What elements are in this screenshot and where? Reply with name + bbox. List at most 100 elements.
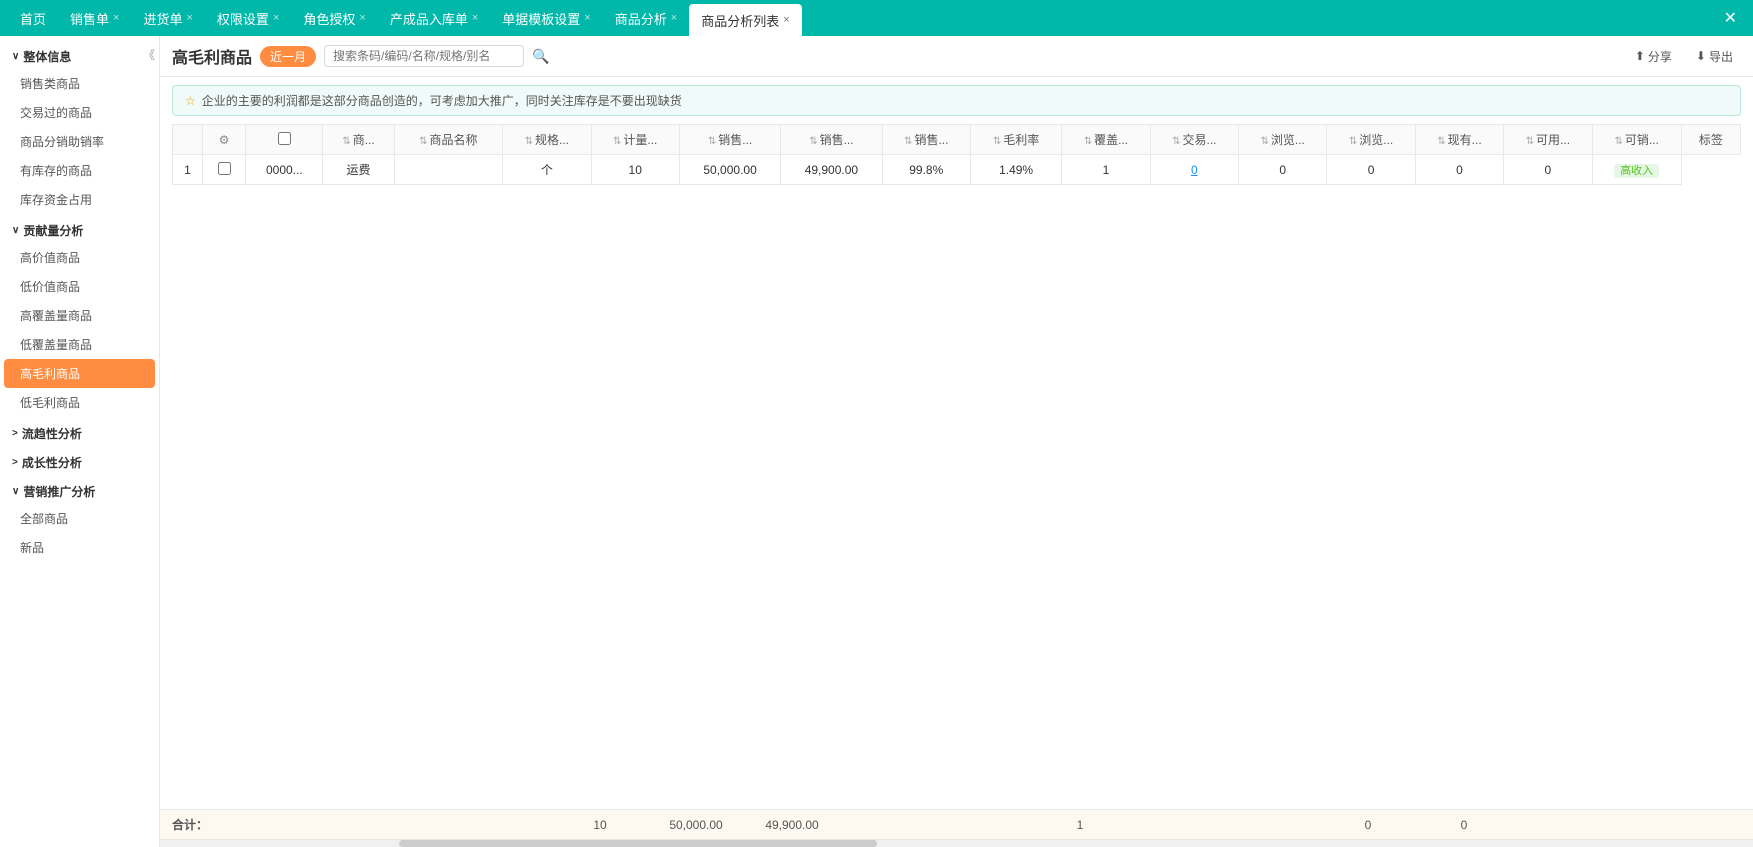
view-link[interactable]: 0 (1191, 163, 1198, 177)
sidebar-item-新品[interactable]: 新品 (0, 533, 159, 562)
nav-close-icon[interactable]: × (671, 12, 677, 24)
sidebar-section-label: 成长性分析 (22, 454, 82, 471)
sidebar-section-arrow: ∨ (12, 225, 19, 236)
sidebar-section-营销推广分析[interactable]: ∨营销推广分析 (0, 475, 159, 504)
cell-available: 0 (1415, 155, 1503, 185)
footer-sale-amt: 50,000.00 (656, 818, 736, 832)
nav-close-icon[interactable]: × (113, 12, 119, 24)
sidebar-section-流趋性分析[interactable]: > 流趋性分析 (0, 417, 159, 446)
nav-item-销售单[interactable]: 销售单 × (58, 0, 131, 36)
col-header-coverage[interactable]: ⇅覆盖... (1062, 125, 1150, 155)
col-header-view1[interactable]: ⇅浏览... (1239, 125, 1327, 155)
page-title: 高毛利商品 (172, 44, 252, 68)
sidebar-section-贡献量分析[interactable]: ∨ 贡献量分析 (0, 214, 159, 243)
col-header-view2[interactable]: ⇅浏览... (1327, 125, 1415, 155)
col-header-current[interactable]: ⇅现有... (1415, 125, 1503, 155)
content-header: 高毛利商品 近一月 🔍 ⬆ 分享 ⬇ 导出 (160, 36, 1753, 77)
col-header-saleProfit[interactable]: ⇅销售... (882, 125, 970, 155)
sidebar: 《 ∨整体信息销售类商品交易过的商品商品分销助销率有库存的商品库存资金占用 ∨ 贡献… (0, 36, 160, 847)
col-header-spec[interactable]: ⇅规格... (503, 125, 591, 155)
sidebar-item-低价值商品[interactable]: 低价值商品 (0, 272, 159, 301)
cell-grossRate: 99.8% (882, 155, 970, 185)
sidebar-section-label: 贡献量分析 (23, 222, 83, 239)
export-button[interactable]: ⬇ 导出 (1688, 45, 1741, 68)
col-header-saleAmt[interactable]: ⇅销售... (781, 125, 882, 155)
col-header-code[interactable]: ⇅商... (323, 125, 394, 155)
nav-item-进货单[interactable]: 进货单 × (131, 0, 204, 36)
share-button[interactable]: ⬆ 分享 (1627, 45, 1680, 68)
nav-item-商品分析[interactable]: 商品分析 × (603, 0, 689, 36)
col-header-grossRate[interactable]: ⇅毛利率 (970, 125, 1061, 155)
cell-view1: 0 (1150, 155, 1238, 185)
nav-close-icon[interactable]: × (359, 12, 365, 24)
sidebar-item-销售类商品[interactable]: 销售类商品 (0, 69, 159, 98)
cell-code: 0000... (246, 155, 323, 185)
col-header-trade[interactable]: ⇅交易... (1150, 125, 1238, 155)
col-header-saleable[interactable]: ⇅可销... (1592, 125, 1681, 155)
sidebar-section-成长性分析[interactable]: > 成长性分析 (0, 446, 159, 475)
sidebar-item-低毛利商品[interactable]: 低毛利商品 (0, 388, 159, 417)
main-layout: 《 ∨整体信息销售类商品交易过的商品商品分销助销率有库存的商品库存资金占用 ∨ 贡献… (0, 36, 1753, 847)
nav-close-icon[interactable]: × (472, 12, 478, 24)
sidebar-item-有库存的商品[interactable]: 有库存的商品 (0, 156, 159, 185)
footer-sale-profit: 49,900.00 (752, 818, 832, 832)
cell-checkbox (203, 155, 246, 185)
col-header-checkbox (246, 125, 323, 155)
sidebar-section-arrow: > (12, 457, 18, 468)
cell-spec (394, 155, 503, 185)
nav-item-单据模板设置[interactable]: 单据模板设置 × (490, 0, 602, 36)
filter-button[interactable]: 近一月 (260, 46, 316, 67)
nav-item-权限设置[interactable]: 权限设置 × (205, 0, 291, 36)
col-header-name[interactable]: ⇅商品名称 (394, 125, 503, 155)
search-button[interactable]: 🔍 (532, 48, 549, 65)
col-header-available[interactable]: ⇅可用... (1504, 125, 1592, 155)
sidebar-section-label: 流趋性分析 (22, 425, 82, 442)
cell-seq: 1 (173, 155, 203, 185)
sidebar-toggle-button[interactable]: 《 (139, 44, 159, 64)
nav-close-icon[interactable]: × (273, 12, 279, 24)
col-header-tag: 标签 (1681, 125, 1740, 155)
window-close-button[interactable]: ✕ (1716, 8, 1745, 28)
row-checkbox[interactable] (218, 162, 231, 175)
cell-saleAmt: 50,000.00 (679, 155, 780, 185)
bottom-scrollbar[interactable] (160, 839, 1753, 847)
sidebar-item-商品分销助销率[interactable]: 商品分销助销率 (0, 127, 159, 156)
cell-tag: 高收入 (1592, 155, 1681, 185)
footer-trade: 1 (1040, 818, 1120, 832)
sidebar-item-高毛利商品[interactable]: 高毛利商品 (4, 359, 155, 388)
sidebar-item-高价值商品[interactable]: 高价值商品 (0, 243, 159, 272)
select-all-checkbox[interactable] (278, 132, 291, 145)
nav-close-icon[interactable]: × (783, 14, 789, 26)
sidebar-section-arrow: > (12, 428, 18, 439)
sidebar-item-全部商品[interactable]: 全部商品 (0, 504, 159, 533)
nav-item-首页[interactable]: 首页 (8, 0, 58, 36)
cell-saleProfit: 49,900.00 (781, 155, 882, 185)
nav-item-产成品入库单[interactable]: 产成品入库单 × (378, 0, 490, 36)
sidebar-item-低覆盖量商品[interactable]: 低覆盖量商品 (0, 330, 159, 359)
cell-current: 0 (1327, 155, 1415, 185)
cell-saleable: 0 (1504, 155, 1592, 185)
sidebar-item-交易过的商品[interactable]: 交易过的商品 (0, 98, 159, 127)
col-header-saleQty[interactable]: ⇅销售... (679, 125, 780, 155)
nav-close-icon[interactable]: × (186, 12, 192, 24)
sidebar-section-整体信息[interactable]: ∨整体信息 (0, 40, 159, 69)
sidebar-item-高覆盖量商品[interactable]: 高覆盖量商品 (0, 301, 159, 330)
cell-coverage: 1.49% (970, 155, 1061, 185)
search-input[interactable] (324, 45, 524, 67)
table-row: 10000...运费个1050,000.0049,900.0099.8%1.49… (173, 155, 1741, 185)
info-bar: ☆ 企业的主要的利润都是这部分商品创造的，可考虑加大推广，同时关注库存是不要出现… (172, 85, 1741, 116)
footer-available: 0 (1424, 818, 1504, 832)
nav-close-icon[interactable]: × (584, 12, 590, 24)
content-area: 高毛利商品 近一月 🔍 ⬆ 分享 ⬇ 导出 ☆ 企业的主要的利润都是这部分商品创… (160, 36, 1753, 847)
table-footer: 合计： 10 50,000.00 49,900.00 1 0 0 (160, 809, 1753, 839)
footer-current: 0 (1328, 818, 1408, 832)
cell-unit: 个 (503, 155, 591, 185)
col-header-unit[interactable]: ⇅计量... (591, 125, 679, 155)
table-wrapper: ⚙⇅商...⇅商品名称⇅规格...⇅计量...⇅销售...⇅销售...⇅销售..… (160, 124, 1753, 809)
nav-item-角色授权[interactable]: 角色授权 × (291, 0, 377, 36)
sidebar-section-arrow: ∨ (12, 51, 19, 62)
sidebar-item-库存资金占用[interactable]: 库存资金占用 (0, 185, 159, 214)
sidebar-section-label: 营销推广分析 (23, 483, 95, 500)
footer-label: 合计： (172, 816, 208, 833)
nav-item-商品分析列表[interactable]: 商品分析列表 × (689, 4, 801, 36)
